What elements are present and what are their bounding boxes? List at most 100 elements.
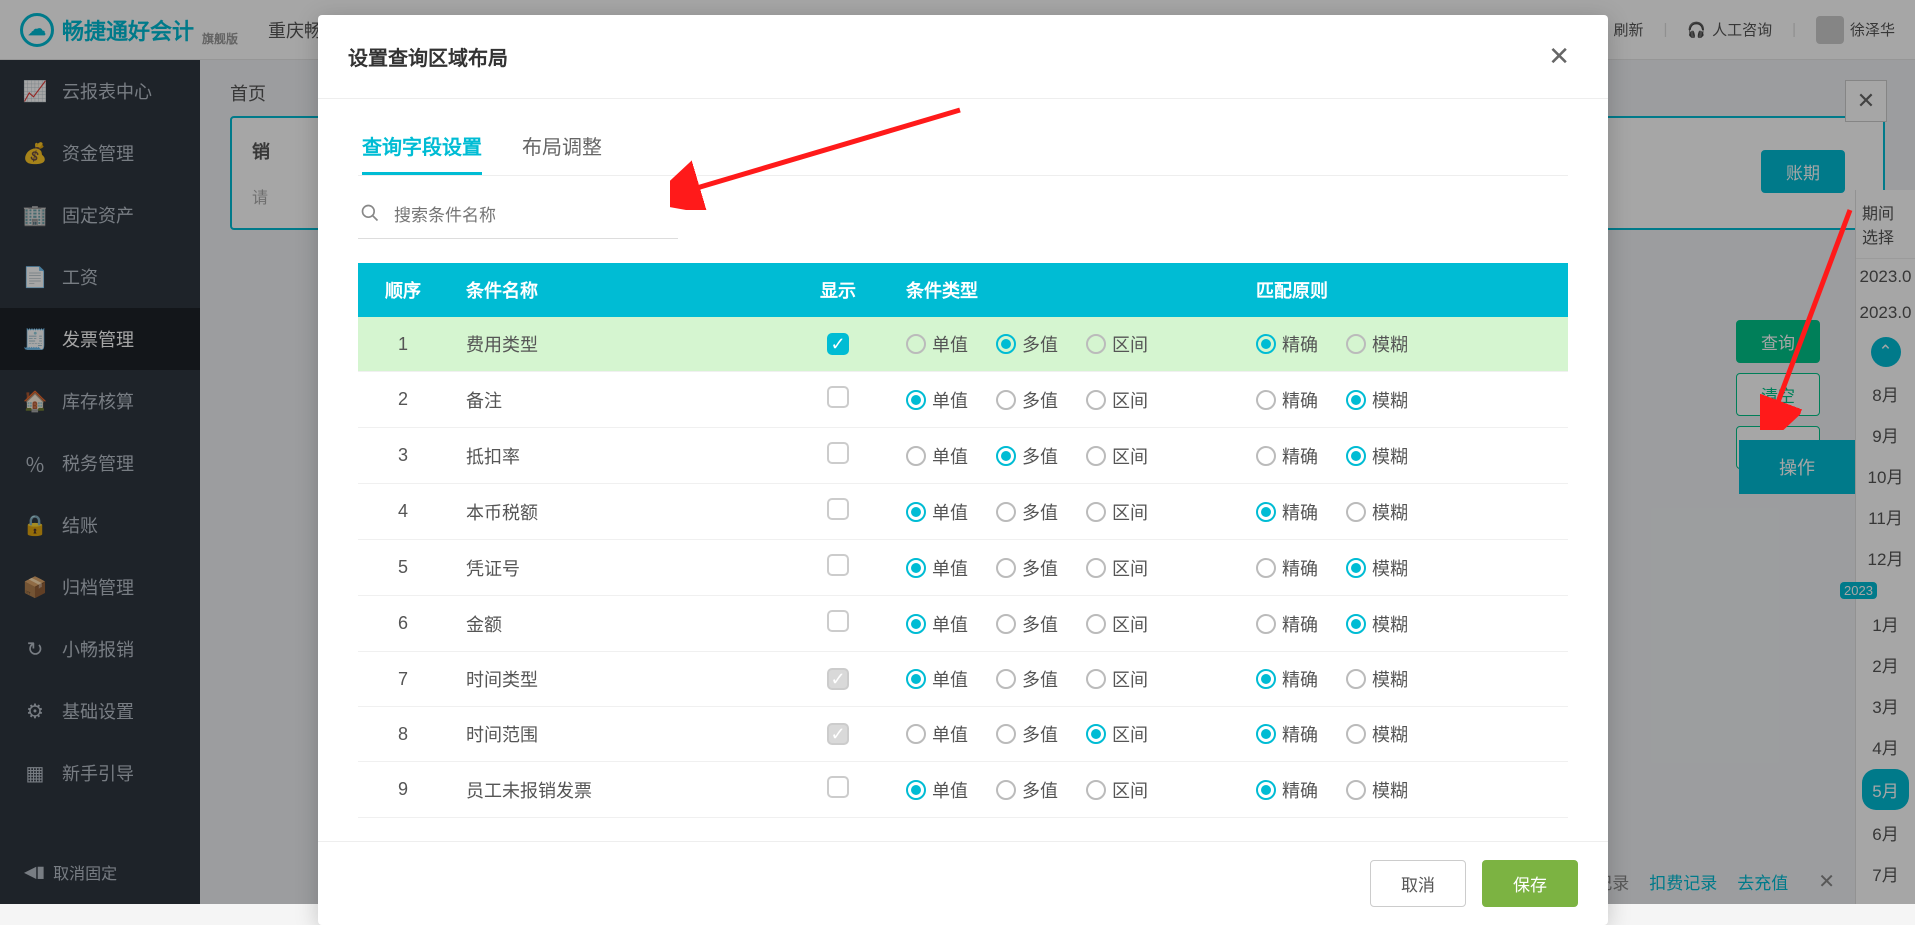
radio-多值[interactable]: 多值 (996, 331, 1058, 357)
table-row: 4本币税额 单值 多值 区间 精确 模糊 (358, 484, 1568, 540)
radio-模糊[interactable]: 模糊 (1346, 777, 1408, 803)
radio-多值[interactable]: 多值 (996, 611, 1058, 637)
radio-精确[interactable]: 精确 (1256, 555, 1318, 581)
radio-单值[interactable]: 单值 (906, 331, 968, 357)
table-row: 2备注 单值 多值 区间 精确 模糊 (358, 372, 1568, 428)
match-radio-group: 精确 模糊 (1256, 443, 1550, 469)
radio-精确[interactable]: 精确 (1256, 777, 1318, 803)
radio-区间[interactable]: 区间 (1086, 443, 1148, 469)
radio-多值[interactable]: 多值 (996, 499, 1058, 525)
radio-区间[interactable]: 区间 (1086, 387, 1148, 413)
save-button[interactable]: 保存 (1482, 860, 1578, 907)
radio-模糊[interactable]: 模糊 (1346, 666, 1408, 692)
radio-单值[interactable]: 单值 (906, 499, 968, 525)
cell-name: 备注 (448, 373, 788, 427)
match-radio-group: 精确 模糊 (1256, 555, 1550, 581)
match-radio-group: 精确 模糊 (1256, 611, 1550, 637)
radio-模糊[interactable]: 模糊 (1346, 499, 1408, 525)
show-checkbox[interactable] (827, 498, 849, 520)
radio-精确[interactable]: 精确 (1256, 387, 1318, 413)
cancel-button[interactable]: 取消 (1370, 860, 1466, 907)
cell-name: 抵扣率 (448, 429, 788, 483)
col-type: 条件类型 (888, 263, 1238, 317)
cell-order: 6 (358, 599, 448, 648)
table-header: 顺序 条件名称 显示 条件类型 匹配原则 (358, 263, 1568, 317)
cell-name: 员工未报销发票 (448, 763, 788, 817)
radio-区间[interactable]: 区间 (1086, 777, 1148, 803)
radio-模糊[interactable]: 模糊 (1346, 443, 1408, 469)
match-radio-group: 精确 模糊 (1256, 666, 1550, 692)
show-checkbox[interactable]: ✓ (827, 723, 849, 745)
conditions-table: 顺序 条件名称 显示 条件类型 匹配原则 1费用类型✓单值多值区间精确模糊2备注… (358, 263, 1568, 818)
cell-order: 4 (358, 487, 448, 536)
cell-order: 3 (358, 431, 448, 480)
radio-单值[interactable]: 单值 (906, 721, 968, 747)
radio-单值[interactable]: 单值 (906, 777, 968, 803)
radio-多值[interactable]: 多值 (996, 777, 1058, 803)
radio-精确[interactable]: 精确 (1256, 331, 1318, 357)
match-radio-group: 精确 模糊 (1256, 331, 1550, 357)
cell-order: 1 (358, 320, 448, 369)
type-radio-group: 单值 多值 区间 (906, 721, 1220, 747)
radio-区间[interactable]: 区间 (1086, 555, 1148, 581)
table-row: 9员工未报销发票单值多值区间精确模糊 (358, 762, 1568, 818)
show-checkbox[interactable] (827, 554, 849, 576)
search-icon (360, 203, 380, 229)
modal-tab-1[interactable]: 布局调整 (522, 119, 602, 175)
radio-区间[interactable]: 区间 (1086, 499, 1148, 525)
cell-name: 金额 (448, 597, 788, 651)
annotation-arrow-1 (670, 100, 970, 210)
show-checkbox[interactable]: ✓ (827, 333, 849, 355)
table-row: 5凭证号单值多值区间精确模糊 (358, 540, 1568, 596)
radio-区间[interactable]: 区间 (1086, 666, 1148, 692)
cell-order: 8 (358, 710, 448, 759)
radio-精确[interactable]: 精确 (1256, 499, 1318, 525)
search-field[interactable] (358, 194, 678, 239)
radio-模糊[interactable]: 模糊 (1346, 721, 1408, 747)
radio-多值[interactable]: 多值 (996, 721, 1058, 747)
show-checkbox[interactable] (827, 386, 849, 408)
radio-多值[interactable]: 多值 (996, 555, 1058, 581)
radio-模糊[interactable]: 模糊 (1346, 387, 1408, 413)
search-input[interactable] (388, 200, 676, 232)
radio-单值[interactable]: 单值 (906, 555, 968, 581)
type-radio-group: 单值 多值 区间 (906, 666, 1220, 692)
show-checkbox[interactable] (827, 610, 849, 632)
type-radio-group: 单值 多值 区间 (906, 443, 1220, 469)
annotation-arrow-2 (1760, 200, 1860, 430)
radio-多值[interactable]: 多值 (996, 443, 1058, 469)
match-radio-group: 精确 模糊 (1256, 721, 1550, 747)
type-radio-group: 单值 多值 区间 (906, 611, 1220, 637)
radio-区间[interactable]: 区间 (1086, 721, 1148, 747)
cell-order: 5 (358, 543, 448, 592)
modal-close-button[interactable]: ✕ (1540, 37, 1578, 76)
radio-区间[interactable]: 区间 (1086, 331, 1148, 357)
type-radio-group: 单值 多值 区间 (906, 777, 1220, 803)
radio-区间[interactable]: 区间 (1086, 611, 1148, 637)
show-checkbox[interactable]: ✓ (827, 668, 849, 690)
cell-order: 2 (358, 375, 448, 424)
cell-name: 时间范围 (448, 707, 788, 761)
modal-tab-0[interactable]: 查询字段设置 (362, 119, 482, 175)
show-checkbox[interactable] (827, 442, 849, 464)
radio-精确[interactable]: 精确 (1256, 721, 1318, 747)
modal-title: 设置查询区域布局 (348, 42, 508, 71)
radio-单值[interactable]: 单值 (906, 443, 968, 469)
radio-精确[interactable]: 精确 (1256, 443, 1318, 469)
radio-单值[interactable]: 单值 (906, 611, 968, 637)
radio-模糊[interactable]: 模糊 (1346, 611, 1408, 637)
cell-name: 时间类型 (448, 652, 788, 706)
show-checkbox[interactable] (827, 776, 849, 798)
radio-精确[interactable]: 精确 (1256, 666, 1318, 692)
type-radio-group: 单值 多值 区间 (906, 499, 1220, 525)
radio-单值[interactable]: 单值 (906, 387, 968, 413)
radio-模糊[interactable]: 模糊 (1346, 555, 1408, 581)
radio-多值[interactable]: 多值 (996, 666, 1058, 692)
radio-精确[interactable]: 精确 (1256, 611, 1318, 637)
radio-单值[interactable]: 单值 (906, 666, 968, 692)
cell-name: 费用类型 (448, 317, 788, 371)
radio-模糊[interactable]: 模糊 (1346, 331, 1408, 357)
radio-多值[interactable]: 多值 (996, 387, 1058, 413)
col-name: 条件名称 (448, 263, 788, 317)
cell-name: 本币税额 (448, 485, 788, 539)
